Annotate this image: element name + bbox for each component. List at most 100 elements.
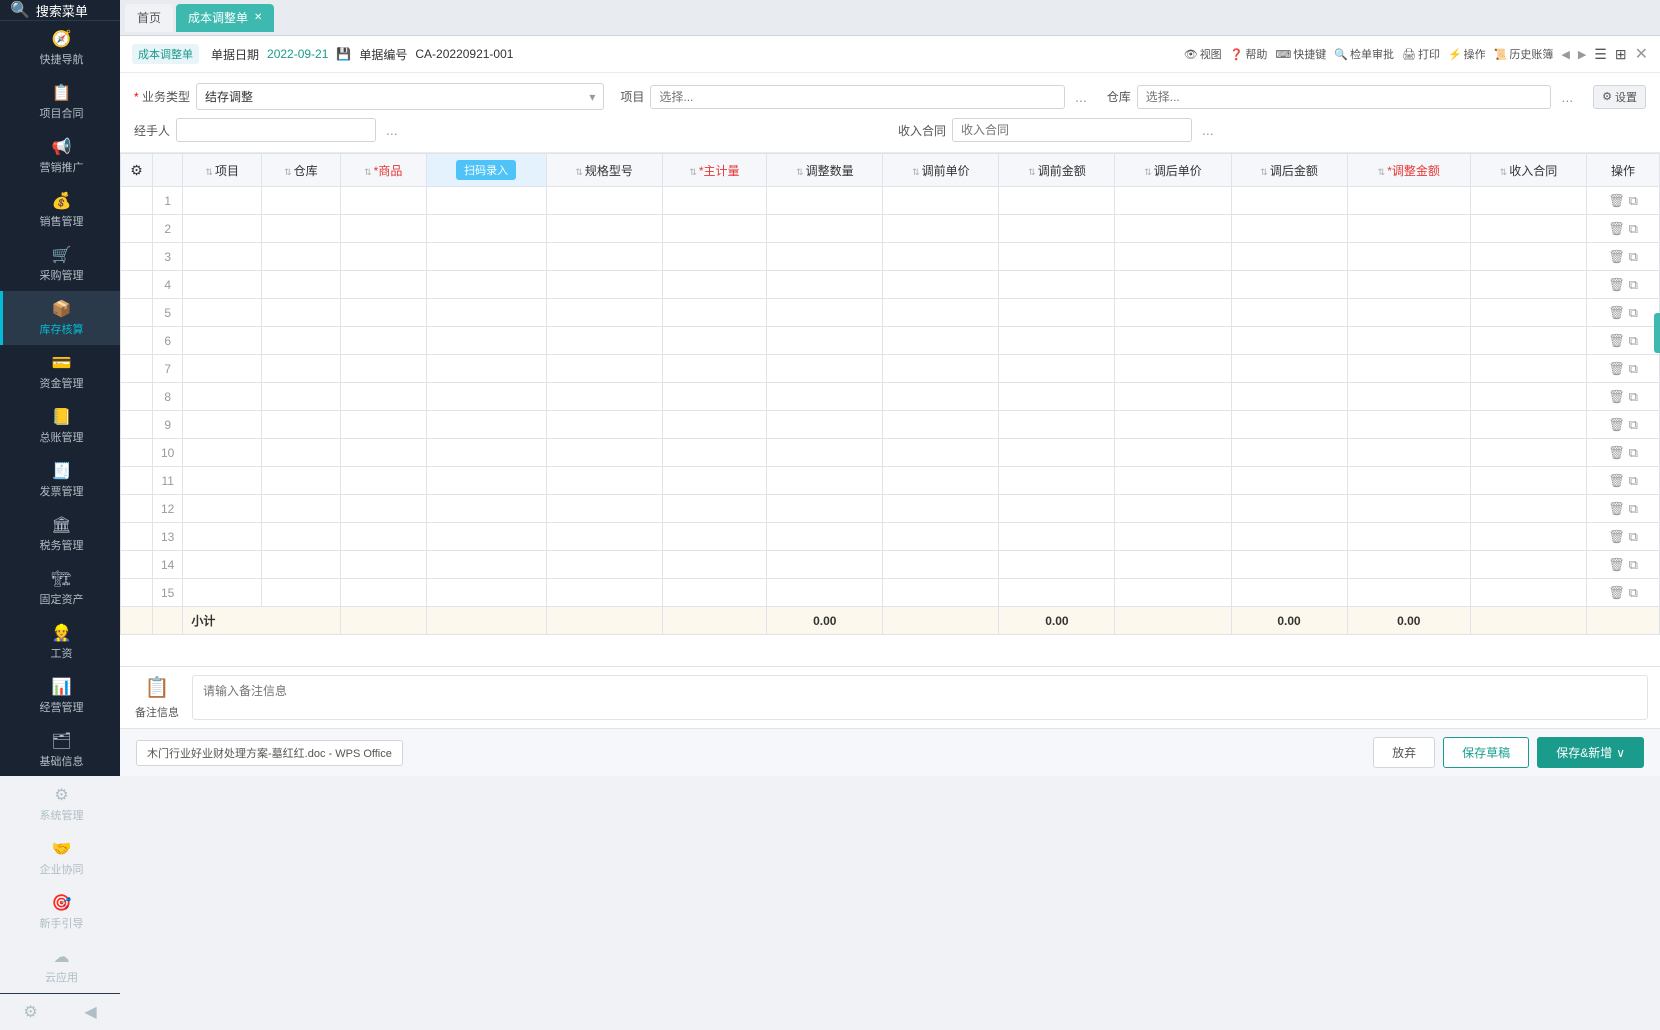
row-product-cell[interactable] [340, 523, 426, 551]
row-project-cell[interactable] [183, 551, 262, 579]
close-window-icon[interactable]: ✕ [1635, 44, 1648, 64]
row-before-amount-cell[interactable] [999, 243, 1115, 271]
project-input[interactable] [650, 85, 1065, 109]
row-project-cell[interactable] [183, 467, 262, 495]
row-before-amount-cell[interactable] [999, 215, 1115, 243]
row-before-price-cell[interactable] [883, 523, 999, 551]
collapse-sidebar-icon[interactable]: ◀ [84, 1002, 96, 1022]
row-product-cell[interactable] [340, 551, 426, 579]
delete-row-icon[interactable]: 🗑 [1608, 361, 1625, 377]
row-income-contract-cell[interactable] [1470, 439, 1586, 467]
row-unit-cell[interactable] [662, 551, 767, 579]
business-type-select[interactable]: 结存调整 ▾ [196, 83, 604, 110]
settings-bottom-icon[interactable]: ⚙ [23, 1002, 37, 1022]
scan-input-btn[interactable]: 扫码录入 [456, 160, 516, 180]
row-adjust-amount-cell[interactable] [1347, 439, 1470, 467]
row-project-cell[interactable] [183, 327, 262, 355]
row-warehouse-cell[interactable] [262, 439, 341, 467]
row-after-amount-cell[interactable] [1231, 551, 1347, 579]
row-unit-cell[interactable] [662, 271, 767, 299]
row-adjust-qty-cell[interactable] [767, 327, 883, 355]
sidebar-item-basic-info[interactable]: 🗂基础信息 [0, 723, 120, 777]
row-spec-cell[interactable] [546, 299, 662, 327]
warehouse-dots[interactable]: ... [1557, 89, 1577, 105]
row-income-contract-cell[interactable] [1470, 327, 1586, 355]
row-unit-cell[interactable] [662, 243, 767, 271]
ops-btn[interactable]: ⚡ 操作 [1448, 46, 1486, 62]
copy-row-icon[interactable]: ⧉ [1629, 333, 1638, 349]
delete-row-icon[interactable]: 🗑 [1608, 277, 1625, 293]
row-before-price-cell[interactable] [883, 299, 999, 327]
row-spec-cell[interactable] [546, 327, 662, 355]
row-unit-cell[interactable] [662, 299, 767, 327]
row-project-cell[interactable] [183, 215, 262, 243]
row-income-contract-cell[interactable] [1470, 271, 1586, 299]
row-after-price-cell[interactable] [1115, 355, 1231, 383]
handler-dots[interactable]: ... [382, 122, 402, 138]
row-project-cell[interactable] [183, 299, 262, 327]
row-income-contract-cell[interactable] [1470, 523, 1586, 551]
row-adjust-amount-cell[interactable] [1347, 299, 1470, 327]
copy-row-icon[interactable]: ⧉ [1629, 557, 1638, 573]
row-after-price-cell[interactable] [1115, 439, 1231, 467]
row-warehouse-cell[interactable] [262, 467, 341, 495]
row-warehouse-cell[interactable] [262, 383, 341, 411]
row-adjust-amount-cell[interactable] [1347, 467, 1470, 495]
row-income-contract-cell[interactable] [1470, 467, 1586, 495]
row-spec-cell[interactable] [546, 383, 662, 411]
row-after-amount-cell[interactable] [1231, 439, 1347, 467]
abandon-button[interactable]: 放弃 [1373, 737, 1435, 768]
list-view-icon[interactable]: ☰ [1594, 46, 1607, 63]
row-before-price-cell[interactable] [883, 579, 999, 607]
row-adjust-qty-cell[interactable] [767, 215, 883, 243]
row-after-price-cell[interactable] [1115, 579, 1231, 607]
row-adjust-amount-cell[interactable] [1347, 523, 1470, 551]
row-product-cell[interactable] [340, 467, 426, 495]
row-adjust-qty-cell[interactable] [767, 187, 883, 215]
row-after-amount-cell[interactable] [1231, 355, 1347, 383]
row-warehouse-cell[interactable] [262, 187, 341, 215]
row-income-contract-cell[interactable] [1470, 551, 1586, 579]
row-spec-cell[interactable] [546, 439, 662, 467]
row-income-contract-cell[interactable] [1470, 411, 1586, 439]
sidebar-item-sys-settings[interactable]: ⚙系统管理 [0, 777, 120, 831]
row-product-cell[interactable] [340, 187, 426, 215]
row-after-price-cell[interactable] [1115, 551, 1231, 579]
row-project-cell[interactable] [183, 523, 262, 551]
row-after-amount-cell[interactable] [1231, 579, 1347, 607]
copy-row-icon[interactable]: ⧉ [1629, 417, 1638, 433]
row-after-price-cell[interactable] [1115, 383, 1231, 411]
row-adjust-qty-cell[interactable] [767, 523, 883, 551]
project-dots[interactable]: ... [1071, 89, 1091, 105]
row-unit-cell[interactable] [662, 215, 767, 243]
sidebar-item-quick-nav[interactable]: 🧭快捷导航 [0, 21, 120, 75]
row-project-cell[interactable] [183, 495, 262, 523]
sidebar-item-ops-mgmt[interactable]: 📊经营管理 [0, 669, 120, 723]
row-adjust-amount-cell[interactable] [1347, 383, 1470, 411]
row-adjust-amount-cell[interactable] [1347, 355, 1470, 383]
row-after-amount-cell[interactable] [1231, 411, 1347, 439]
row-warehouse-cell[interactable] [262, 579, 341, 607]
row-product-cell[interactable] [340, 215, 426, 243]
row-after-amount-cell[interactable] [1231, 523, 1347, 551]
row-after-amount-cell[interactable] [1231, 467, 1347, 495]
row-after-price-cell[interactable] [1115, 215, 1231, 243]
row-adjust-qty-cell[interactable] [767, 243, 883, 271]
sidebar-item-ledger-mgmt[interactable]: 📒总账管理 [0, 399, 120, 453]
row-spec-cell[interactable] [546, 579, 662, 607]
delete-row-icon[interactable]: 🗑 [1608, 501, 1625, 517]
row-project-cell[interactable] [183, 439, 262, 467]
grid-view-icon[interactable]: ⊞ [1615, 46, 1627, 63]
row-adjust-qty-cell[interactable] [767, 467, 883, 495]
sidebar-item-invoice-mgmt[interactable]: 🧾发票管理 [0, 453, 120, 507]
row-before-amount-cell[interactable] [999, 523, 1115, 551]
row-adjust-amount-cell[interactable] [1347, 327, 1470, 355]
sidebar-item-purchase-mgmt[interactable]: 🛒采购管理 [0, 237, 120, 291]
row-before-amount-cell[interactable] [999, 383, 1115, 411]
row-after-price-cell[interactable] [1115, 411, 1231, 439]
delete-row-icon[interactable]: 🗑 [1608, 389, 1625, 405]
copy-row-icon[interactable]: ⧉ [1629, 585, 1638, 601]
delete-row-icon[interactable]: 🗑 [1608, 193, 1625, 209]
row-unit-cell[interactable] [662, 467, 767, 495]
delete-row-icon[interactable]: 🗑 [1608, 445, 1625, 461]
